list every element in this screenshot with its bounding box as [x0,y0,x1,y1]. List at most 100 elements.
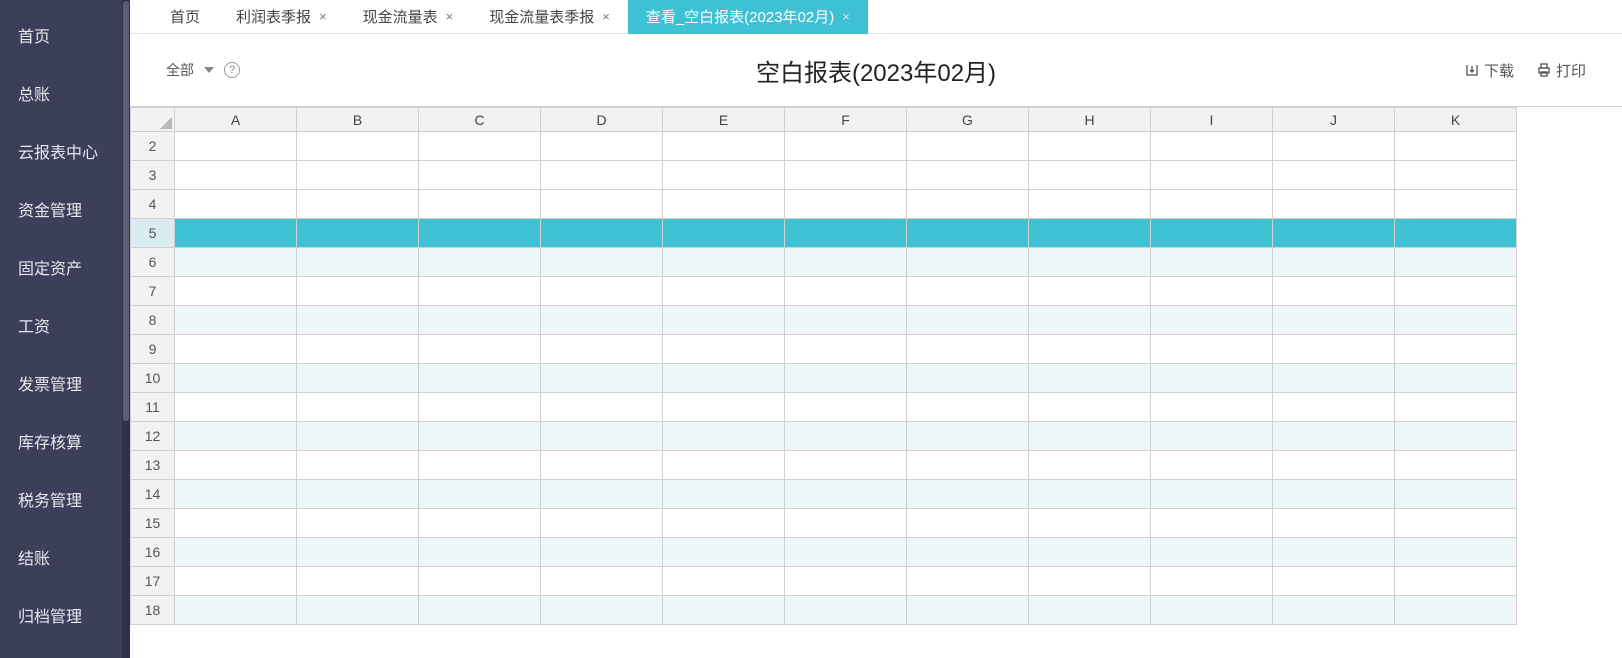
cell[interactable] [419,451,541,480]
cell[interactable] [419,509,541,538]
cell[interactable] [175,393,297,422]
cell[interactable] [1151,364,1273,393]
cell[interactable] [1395,509,1517,538]
cell[interactable] [541,509,663,538]
row-header[interactable]: 8 [131,306,175,335]
cell[interactable] [785,277,907,306]
column-header[interactable]: I [1151,108,1273,132]
cell[interactable] [541,596,663,625]
cell[interactable] [907,161,1029,190]
sidebar-item-invoices[interactable]: 发票管理 [0,354,130,412]
cell[interactable] [297,567,419,596]
cell[interactable] [1273,219,1395,248]
cell[interactable] [1273,480,1395,509]
row-header[interactable]: 3 [131,161,175,190]
cell[interactable] [1273,538,1395,567]
cell[interactable] [1029,451,1151,480]
sidebar-item-funds[interactable]: 资金管理 [0,180,130,238]
cell[interactable] [541,132,663,161]
cell[interactable] [1151,509,1273,538]
cell[interactable] [297,538,419,567]
cell[interactable] [541,451,663,480]
cell[interactable] [175,190,297,219]
cell[interactable] [907,393,1029,422]
cell[interactable] [1029,248,1151,277]
cell[interactable] [1029,596,1151,625]
cell[interactable] [1395,277,1517,306]
cell[interactable] [541,480,663,509]
cell[interactable] [541,567,663,596]
row-header[interactable]: 12 [131,422,175,451]
row-header[interactable]: 11 [131,393,175,422]
row-header[interactable]: 6 [131,248,175,277]
cell[interactable] [419,480,541,509]
cell[interactable] [419,596,541,625]
cell[interactable] [297,132,419,161]
cell[interactable] [785,248,907,277]
sidebar-item-inventory[interactable]: 库存核算 [0,412,130,470]
cell[interactable] [907,248,1029,277]
cell[interactable] [907,596,1029,625]
cell[interactable] [419,422,541,451]
cell[interactable] [419,132,541,161]
cell[interactable] [297,219,419,248]
cell[interactable] [1395,596,1517,625]
cell[interactable] [541,219,663,248]
cell[interactable] [1395,393,1517,422]
row-header[interactable]: 4 [131,190,175,219]
row-header[interactable]: 2 [131,132,175,161]
cell[interactable] [541,393,663,422]
cell[interactable] [663,306,785,335]
cell[interactable] [907,190,1029,219]
cell[interactable] [663,596,785,625]
row-header[interactable]: 16 [131,538,175,567]
row-header[interactable]: 7 [131,277,175,306]
print-button[interactable]: 打印 [1536,60,1586,81]
column-header[interactable]: C [419,108,541,132]
column-header[interactable]: H [1029,108,1151,132]
cell[interactable] [907,306,1029,335]
cell[interactable] [175,248,297,277]
cell[interactable] [541,364,663,393]
cell[interactable] [785,306,907,335]
cell[interactable] [907,132,1029,161]
cell[interactable] [1395,480,1517,509]
cell[interactable] [1395,248,1517,277]
cell[interactable] [785,422,907,451]
cell[interactable] [175,538,297,567]
cell[interactable] [1273,596,1395,625]
cell[interactable] [785,335,907,364]
row-header[interactable]: 10 [131,364,175,393]
cell[interactable] [663,364,785,393]
cell[interactable] [1395,364,1517,393]
cell[interactable] [297,480,419,509]
cell[interactable] [297,364,419,393]
cell[interactable] [1029,161,1151,190]
row-header[interactable]: 17 [131,567,175,596]
cell[interactable] [541,161,663,190]
cell[interactable] [297,393,419,422]
sidebar-scrollbar[interactable] [122,0,130,658]
row-header[interactable]: 15 [131,509,175,538]
cell[interactable] [541,248,663,277]
cell[interactable] [297,422,419,451]
cell[interactable] [907,422,1029,451]
sidebar-scrollbar-thumb[interactable] [123,1,129,421]
cell[interactable] [297,161,419,190]
row-header[interactable]: 13 [131,451,175,480]
cell[interactable] [785,451,907,480]
cell[interactable] [1151,335,1273,364]
cell[interactable] [419,364,541,393]
cell[interactable] [297,335,419,364]
cell[interactable] [1273,190,1395,219]
cell[interactable] [1395,190,1517,219]
cell[interactable] [419,393,541,422]
cell[interactable] [297,190,419,219]
tab-profit-quarterly[interactable]: 利润表季报× [218,0,345,34]
tab-cashflow[interactable]: 现金流量表× [345,0,472,34]
cell[interactable] [1273,393,1395,422]
cell[interactable] [297,277,419,306]
cell[interactable] [175,596,297,625]
sidebar-item-archive[interactable]: 归档管理 [0,586,130,644]
cell[interactable] [663,509,785,538]
